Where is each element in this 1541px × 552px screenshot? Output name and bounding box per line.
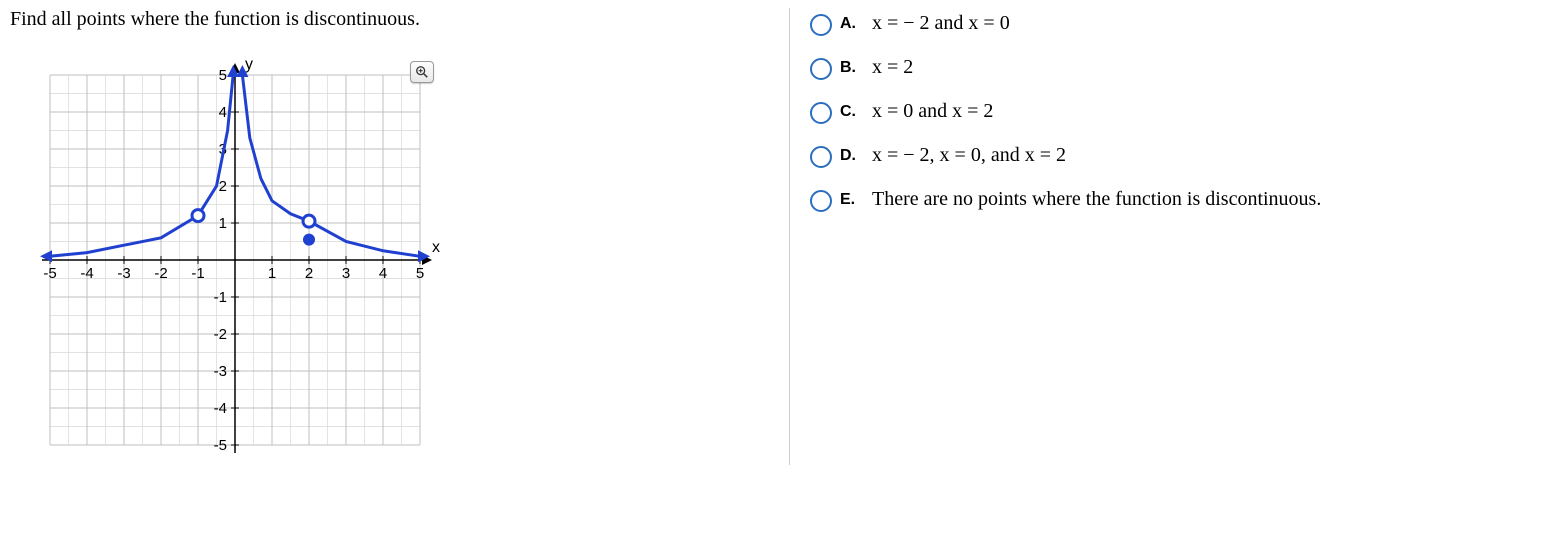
svg-text:-5: -5 [214, 437, 227, 454]
option-text: x = − 2 and x = 0 [872, 12, 1010, 35]
svg-text:-1: -1 [191, 265, 204, 282]
option-e[interactable]: E. There are no points where the functio… [810, 188, 1531, 212]
option-text: x = 0 and x = 2 [872, 100, 993, 123]
svg-text:-2: -2 [214, 326, 227, 343]
graph-container: -5-4-3-2-112345-5-4-3-2-112345xy [30, 55, 440, 465]
svg-text:-4: -4 [80, 265, 93, 282]
option-text: x = 2 [872, 56, 913, 79]
svg-text:-3: -3 [214, 363, 227, 380]
magnifier-icon [415, 65, 429, 79]
radio-icon [810, 190, 832, 212]
svg-text:4: 4 [219, 104, 227, 121]
svg-text:-4: -4 [214, 400, 227, 417]
svg-text:-3: -3 [117, 265, 130, 282]
svg-text:2: 2 [305, 265, 313, 282]
svg-text:-1: -1 [214, 289, 227, 306]
svg-text:y: y [245, 56, 253, 73]
svg-text:x: x [432, 239, 440, 256]
svg-text:5: 5 [416, 265, 424, 282]
radio-icon [810, 14, 832, 36]
option-letter: D. [840, 147, 860, 165]
question-panel: Find all points where the function is di… [10, 8, 790, 465]
svg-text:-5: -5 [43, 265, 56, 282]
svg-text:1: 1 [268, 265, 276, 282]
answers-panel: A. x = − 2 and x = 0 B. x = 2 C. x = 0 a… [790, 8, 1531, 465]
zoom-button[interactable] [410, 61, 434, 83]
radio-icon [810, 102, 832, 124]
option-c[interactable]: C. x = 0 and x = 2 [810, 100, 1531, 124]
option-b[interactable]: B. x = 2 [810, 56, 1531, 80]
option-a[interactable]: A. x = − 2 and x = 0 [810, 12, 1531, 36]
radio-icon [810, 146, 832, 168]
option-letter: A. [840, 15, 860, 33]
svg-text:2: 2 [219, 178, 227, 195]
svg-text:4: 4 [379, 265, 387, 282]
question-text: Find all points where the function is di… [10, 8, 769, 31]
option-letter: B. [840, 59, 860, 77]
svg-text:-2: -2 [154, 265, 167, 282]
option-text: There are no points where the function i… [872, 188, 1321, 211]
option-d[interactable]: D. x = − 2, x = 0, and x = 2 [810, 144, 1531, 168]
option-letter: E. [840, 191, 860, 209]
radio-icon [810, 58, 832, 80]
svg-text:3: 3 [342, 265, 350, 282]
function-graph: -5-4-3-2-112345-5-4-3-2-112345xy [30, 55, 440, 465]
svg-text:5: 5 [219, 67, 227, 84]
svg-text:1: 1 [219, 215, 227, 232]
options-list: A. x = − 2 and x = 0 B. x = 2 C. x = 0 a… [810, 12, 1531, 212]
option-letter: C. [840, 103, 860, 121]
option-text: x = − 2, x = 0, and x = 2 [872, 144, 1066, 167]
